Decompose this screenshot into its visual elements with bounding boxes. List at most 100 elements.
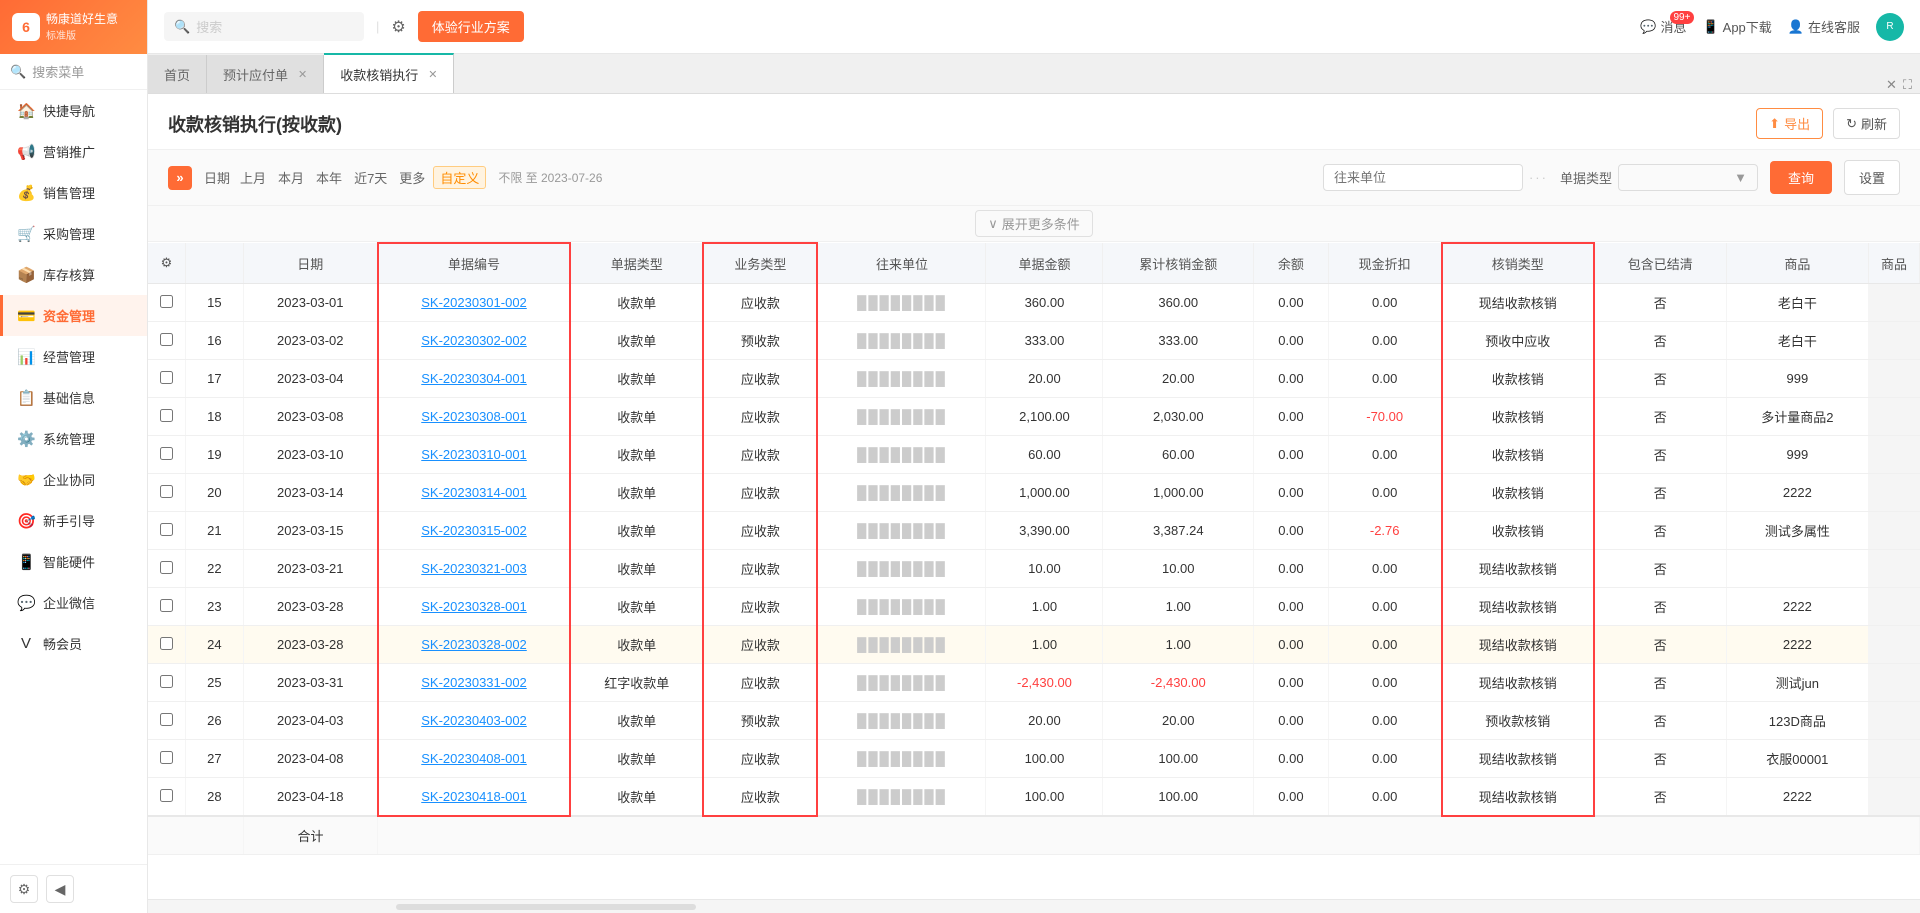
tab-verify[interactable]: 收款核销执行 ✕ — [324, 53, 454, 93]
cell-biz-type: 应收款 — [703, 588, 817, 626]
sidebar-item-member[interactable]: V 畅会员 — [0, 623, 147, 664]
bill-no-link[interactable]: SK-20230321-003 — [421, 561, 527, 576]
filter-custom[interactable]: 自定义 — [433, 166, 486, 189]
cell-checkbox[interactable] — [148, 436, 186, 474]
row-checkbox[interactable] — [160, 409, 173, 422]
bill-no-link[interactable]: SK-20230331-002 — [421, 675, 527, 690]
horizontal-scrollbar[interactable] — [148, 899, 1920, 913]
bill-no-link[interactable]: SK-20230308-001 — [421, 409, 527, 424]
cell-checkbox[interactable] — [148, 664, 186, 702]
sidebar-item-system[interactable]: ⚙️ 系统管理 — [0, 418, 147, 459]
export-button[interactable]: ⬆ 导出 — [1756, 108, 1823, 139]
topbar-search[interactable]: 🔍 搜索 — [164, 12, 364, 41]
bill-no-link[interactable]: SK-20230328-002 — [421, 637, 527, 652]
tab-prepay[interactable]: 预计应付单 ✕ — [207, 55, 324, 93]
cell-checkbox[interactable] — [148, 550, 186, 588]
filter-7days[interactable]: 近7天 — [350, 166, 391, 189]
cell-total-offset: 100.00 — [1103, 740, 1254, 778]
row-checkbox[interactable] — [160, 599, 173, 612]
sidebar-collapse-button[interactable]: ◀ — [46, 875, 74, 903]
row-checkbox[interactable] — [160, 675, 173, 688]
sidebar-item-basic-info[interactable]: 📋 基础信息 — [0, 377, 147, 418]
sidebar-item-purchase[interactable]: 🛒 采购管理 — [0, 213, 147, 254]
sidebar-item-operations[interactable]: 📊 经营管理 — [0, 336, 147, 377]
cell-checkbox[interactable] — [148, 360, 186, 398]
unit-input[interactable] — [1323, 164, 1523, 191]
bill-no-link[interactable]: SK-20230408-001 — [421, 751, 527, 766]
bill-no-link[interactable]: SK-20230302-002 — [421, 333, 527, 348]
online-support-btn[interactable]: 👤 在线客服 — [1788, 17, 1860, 36]
tab-prepay-close[interactable]: ✕ — [298, 68, 307, 81]
row-checkbox[interactable] — [160, 751, 173, 764]
user-avatar[interactable]: R — [1876, 13, 1904, 41]
notifications-btn[interactable]: 💬 消息 99+ — [1640, 17, 1686, 36]
sidebar-item-inventory[interactable]: 📦 库存核算 — [0, 254, 147, 295]
topbar-gear-icon[interactable]: ⚙ — [391, 17, 405, 37]
bill-no-link[interactable]: SK-20230314-001 — [421, 485, 527, 500]
sidebar-item-collab[interactable]: 🤝 企业协同 — [0, 459, 147, 500]
settings-button[interactable]: 设置 — [1844, 160, 1900, 195]
filter-more[interactable]: 更多 — [395, 166, 429, 189]
cell-checkbox[interactable] — [148, 778, 186, 817]
bill-no-link[interactable]: SK-20230310-001 — [421, 447, 527, 462]
app-download-btn[interactable]: 📱 App下载 — [1702, 17, 1771, 36]
bill-no-link[interactable]: SK-20230301-002 — [421, 295, 527, 310]
sidebar-settings-button[interactable]: ⚙ — [10, 875, 38, 903]
tab-verify-close[interactable]: ✕ — [428, 68, 437, 81]
sidebar-nav: 🏠 快捷导航 📢 营销推广 💰 销售管理 🛒 采购管理 📦 库存核算 💳 资金管… — [0, 90, 147, 864]
cell-checkbox[interactable] — [148, 398, 186, 436]
bill-no-link[interactable]: SK-20230304-001 — [421, 371, 527, 386]
cell-checkbox[interactable] — [148, 626, 186, 664]
row-checkbox[interactable] — [160, 447, 173, 460]
bill-no-link[interactable]: SK-20230315-002 — [421, 523, 527, 538]
sidebar-item-wechat[interactable]: 💬 企业微信 — [0, 582, 147, 623]
sidebar-item-marketing[interactable]: 📢 营销推广 — [0, 131, 147, 172]
sidebar-item-hardware[interactable]: 📱 智能硬件 — [0, 541, 147, 582]
bill-no-link[interactable]: SK-20230328-001 — [421, 599, 527, 614]
tab-maximize-icon[interactable]: ⛶ — [1903, 77, 1912, 93]
row-checkbox[interactable] — [160, 485, 173, 498]
cell-checkbox[interactable] — [148, 740, 186, 778]
row-checkbox[interactable] — [160, 371, 173, 384]
cell-checkbox[interactable] — [148, 702, 186, 740]
row-checkbox[interactable] — [160, 523, 173, 536]
filter-this-year[interactable]: 本年 — [312, 166, 346, 189]
cell-checkbox[interactable] — [148, 588, 186, 626]
industry-btn[interactable]: 体验行业方案 — [418, 11, 524, 42]
bill-no-link[interactable]: SK-20230418-001 — [421, 789, 527, 804]
cell-biz-type: 应收款 — [703, 398, 817, 436]
sidebar-item-finance[interactable]: 💳 资金管理 — [0, 295, 147, 336]
row-checkbox[interactable] — [160, 637, 173, 650]
tab-home[interactable]: 首页 — [148, 55, 207, 93]
refresh-button[interactable]: ↻ 刷新 — [1833, 108, 1900, 139]
query-button[interactable]: 查询 — [1770, 161, 1832, 194]
filter-last-month[interactable]: 上月 — [236, 166, 270, 189]
sidebar-search[interactable]: 🔍 搜索菜单 — [0, 54, 147, 90]
expand-more-label: 展开更多条件 — [1002, 214, 1080, 233]
sidebar-item-guide[interactable]: 🎯 新手引导 — [0, 500, 147, 541]
expand-more-button[interactable]: ∨ 展开更多条件 — [975, 210, 1093, 237]
bill-type-select[interactable]: ▼ — [1618, 164, 1758, 191]
cell-checkbox[interactable] — [148, 322, 186, 360]
cell-balance: 0.00 — [1254, 398, 1329, 436]
th-settings[interactable]: ⚙ — [148, 243, 186, 284]
row-checkbox[interactable] — [160, 789, 173, 802]
cell-checkbox[interactable] — [148, 512, 186, 550]
scrollbar-thumb[interactable] — [396, 904, 696, 910]
row-checkbox[interactable] — [160, 561, 173, 574]
filter-expand-button[interactable]: » — [168, 166, 192, 190]
cell-amount: 1,000.00 — [986, 474, 1103, 512]
filter-this-month[interactable]: 本月 — [274, 166, 308, 189]
cell-index: 25 — [186, 664, 244, 702]
row-checkbox[interactable] — [160, 713, 173, 726]
cell-checkbox[interactable] — [148, 284, 186, 322]
table-container[interactable]: ⚙ 日期 单据编号 单据类型 业务类型 往来单位 单据金额 累计核销金额 余额 … — [148, 242, 1920, 899]
cell-checkbox[interactable] — [148, 474, 186, 512]
tab-close-icon[interactable]: ✕ — [1886, 77, 1897, 93]
bill-no-link[interactable]: SK-20230403-002 — [421, 713, 527, 728]
cell-date: 2023-03-28 — [243, 588, 378, 626]
sidebar-item-home[interactable]: 🏠 快捷导航 — [0, 90, 147, 131]
sidebar-item-sales[interactable]: 💰 销售管理 — [0, 172, 147, 213]
row-checkbox[interactable] — [160, 333, 173, 346]
row-checkbox[interactable] — [160, 295, 173, 308]
